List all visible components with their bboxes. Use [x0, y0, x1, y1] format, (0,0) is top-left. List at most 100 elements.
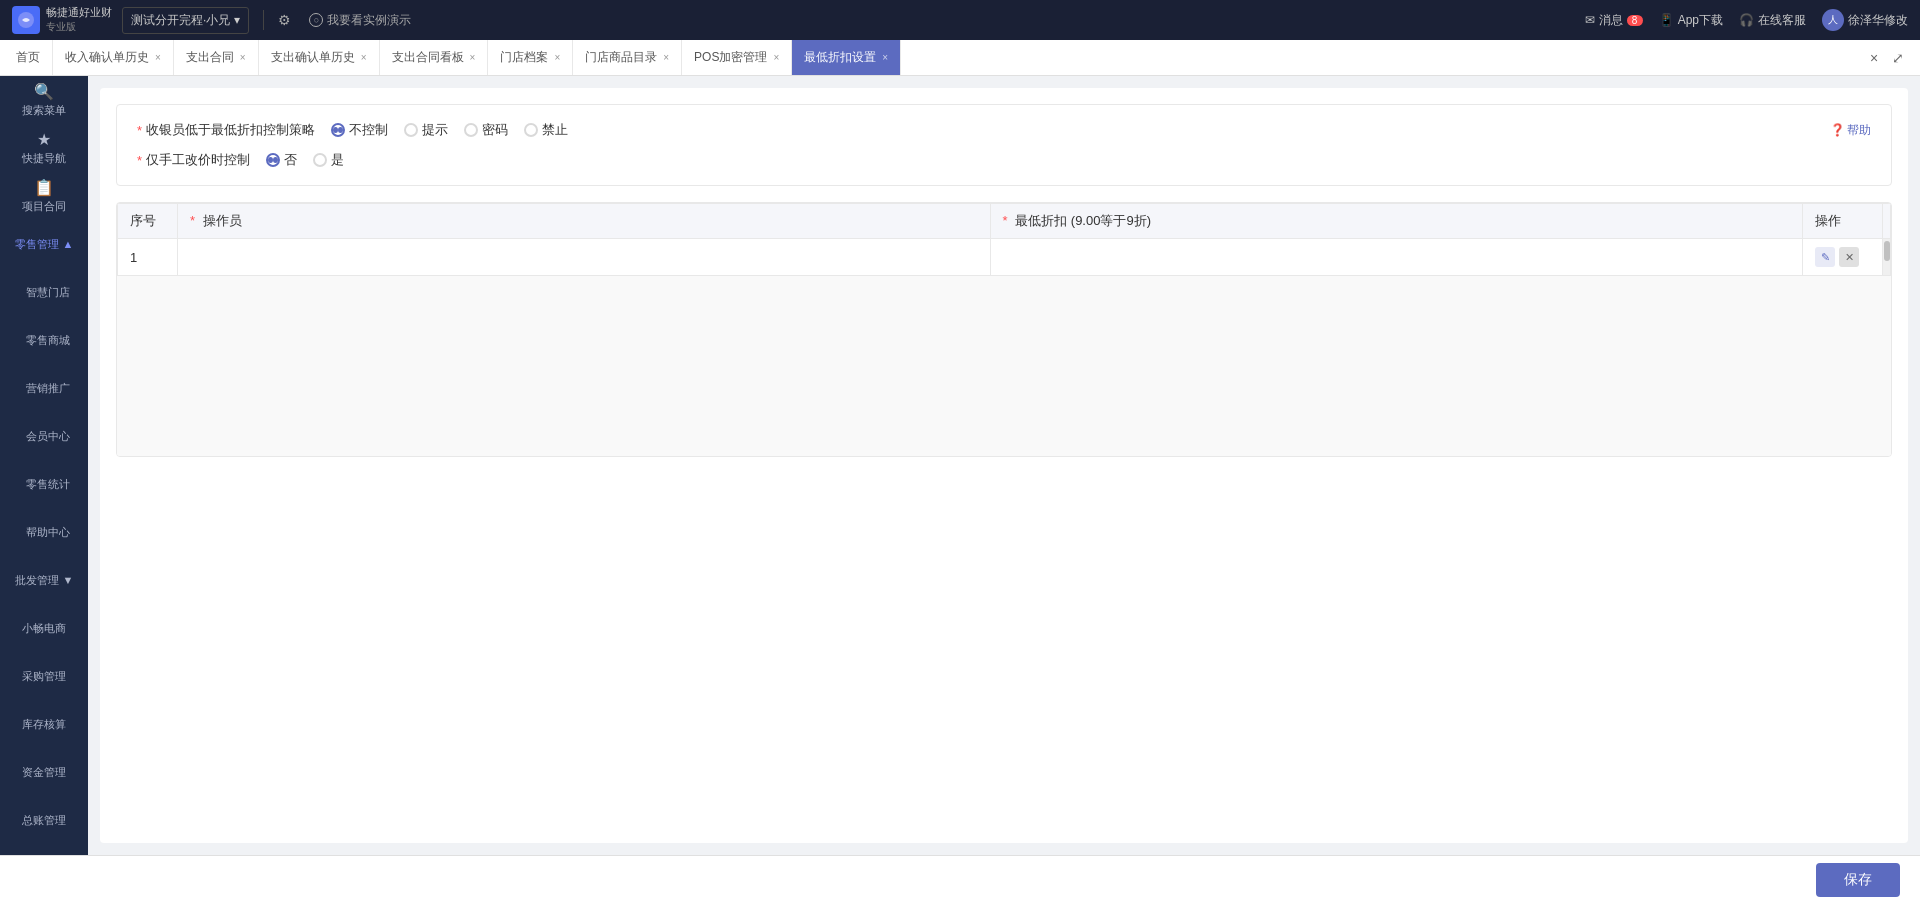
tab-label: 最低折扣设置 — [804, 49, 876, 66]
sidebar-item-inventory[interactable]: 库存核算 — [0, 700, 88, 748]
tab-min-discount[interactable]: 最低折扣设置 × — [792, 40, 901, 75]
min-discount-input[interactable] — [1003, 250, 1791, 265]
logo-text: 畅捷通好业财 — [46, 6, 112, 19]
manual-no[interactable]: 否 — [266, 151, 297, 169]
tab-label: 首页 — [16, 49, 40, 66]
content-area: * 收银员低于最低折扣控制策略 不控制 提示 密码 — [88, 76, 1920, 855]
sidebar: 🔍 搜索菜单 ★ 快捷导航 📋 项目合同 零售管理 ▲ 智慧门店 零售商城 营销… — [0, 76, 88, 855]
app-download-button[interactable]: 📱 App下载 — [1659, 12, 1723, 29]
headset-icon: 🎧 — [1739, 13, 1754, 27]
user-menu[interactable]: 人 徐泽华修改 — [1822, 9, 1908, 31]
project-name: 测试分开完程·小兄 — [131, 12, 230, 29]
tab-close-icon[interactable]: × — [882, 52, 888, 63]
sidebar-item-retail-stats[interactable]: 零售统计 — [0, 460, 88, 508]
tab-close-icon[interactable]: × — [240, 52, 246, 63]
manual-yes[interactable]: 是 — [313, 151, 344, 169]
sidebar-item-finance[interactable]: 资金管理 — [0, 748, 88, 796]
sidebar-item-online-store[interactable]: 零售商城 — [0, 316, 88, 364]
required-star-manual: * — [137, 153, 142, 168]
required-star-discount: * — [1003, 213, 1008, 228]
col-seq: 序号 — [118, 204, 178, 239]
radio-hint-circle — [404, 123, 418, 137]
policy-radio-group: 不控制 提示 密码 禁止 — [331, 121, 568, 139]
tab-close-icon[interactable]: × — [554, 52, 560, 63]
cell-operator[interactable] — [178, 239, 991, 276]
tab-store-goods[interactable]: 门店商品目录 × — [573, 40, 682, 75]
radio-manual-yes-circle — [313, 153, 327, 167]
phone-icon: 📱 — [1659, 13, 1674, 27]
manual-row: * 仅手工改价时控制 否 是 — [137, 151, 1871, 169]
sidebar-item-wholesale[interactable]: 批发管理 ▼ — [0, 556, 88, 604]
circle-icon: ○ — [309, 13, 323, 27]
avatar: 人 — [1822, 9, 1844, 31]
arrow-up-icon: ▲ — [63, 238, 74, 250]
tab-pos-pwd[interactable]: POS加密管理 × — [682, 40, 792, 75]
tab-close-icon[interactable]: × — [155, 52, 161, 63]
sidebar-item-purchase[interactable]: 采购管理 — [0, 652, 88, 700]
tab-store-file[interactable]: 门店档案 × — [488, 40, 573, 75]
col-operator: * 操作员 — [178, 204, 991, 239]
sidebar-item-smart-store[interactable]: 智慧门店 — [0, 268, 88, 316]
policy-password[interactable]: 密码 — [464, 121, 508, 139]
tab-label: 门店商品目录 — [585, 49, 657, 66]
policy-hint[interactable]: 提示 — [404, 121, 448, 139]
sidebar-item-ecommerce[interactable]: 小畅电商 — [0, 604, 88, 652]
tab-close-icon[interactable]: × — [361, 52, 367, 63]
online-service-button[interactable]: 🎧 在线客服 — [1739, 12, 1806, 29]
sidebar-item-quicknav[interactable]: ★ 快捷导航 — [0, 124, 88, 172]
sidebar-item-retail[interactable]: 零售管理 ▲ — [0, 220, 88, 268]
sidebar-item-help[interactable]: 帮助中心 — [0, 508, 88, 556]
manual-radio-group: 否 是 — [266, 151, 344, 169]
close-tab-action[interactable]: × — [1864, 48, 1884, 68]
tab-close-icon[interactable]: × — [470, 52, 476, 63]
save-button[interactable]: 保存 — [1816, 863, 1900, 897]
empty-area — [117, 276, 1891, 456]
sidebar-item-search[interactable]: 🔍 搜索菜单 — [0, 76, 88, 124]
sidebar-item-member[interactable]: 会员中心 — [0, 412, 88, 460]
question-icon: ❓ — [1830, 123, 1845, 137]
messages-button[interactable]: ✉ 消息 8 — [1585, 12, 1643, 29]
edit-icon[interactable]: ✎ — [1815, 247, 1835, 267]
sidebar-item-contract[interactable]: 📋 项目合同 — [0, 172, 88, 220]
required-star-operator: * — [190, 213, 195, 228]
sidebar-item-marketing[interactable]: 营销推广 — [0, 364, 88, 412]
sidebar-item-invoice[interactable]: 发票管理 — [0, 844, 88, 855]
tab-contract-board[interactable]: 支出合同看板 × — [380, 40, 489, 75]
chevron-down-icon: ▾ — [234, 13, 240, 27]
main-layout: 🔍 搜索菜单 ★ 快捷导航 📋 项目合同 零售管理 ▲ 智慧门店 零售商城 营销… — [0, 76, 1920, 855]
tab-label: 支出确认单历史 — [271, 49, 355, 66]
tab-close-icon[interactable]: × — [663, 52, 669, 63]
radio-no-control-circle — [331, 123, 345, 137]
project-selector[interactable]: 测试分开完程·小兄 ▾ — [122, 7, 249, 34]
tab-pay-history[interactable]: 支出确认单历史 × — [259, 40, 380, 75]
settings-icon[interactable]: ⚙ — [278, 12, 291, 28]
operator-input[interactable] — [190, 250, 978, 265]
tab-home[interactable]: 首页 — [4, 40, 53, 75]
help-link[interactable]: ❓ 帮助 — [1830, 122, 1871, 139]
content-panel: * 收银员低于最低折扣控制策略 不控制 提示 密码 — [100, 88, 1908, 843]
tab-bar: 首页 收入确认单历史 × 支出合同 × 支出确认单历史 × 支出合同看板 × 门… — [0, 40, 1920, 76]
delete-icon[interactable]: ✕ — [1839, 247, 1859, 267]
tab-label: 收入确认单历史 — [65, 49, 149, 66]
sidebar-item-ledger[interactable]: 总账管理 — [0, 796, 88, 844]
policy-label: 收银员低于最低折扣控制策略 — [146, 121, 315, 139]
scrollbar-thumb — [1884, 241, 1890, 261]
expand-tab-action[interactable]: ⤢ — [1888, 48, 1908, 68]
radio-password-circle — [464, 123, 478, 137]
top-bar: 畅捷通好业财 专业版 测试分开完程·小兄 ▾ ⚙ ○ 我要看实例演示 ✉ 消息 … — [0, 0, 1920, 40]
policy-no-control[interactable]: 不控制 — [331, 121, 388, 139]
cell-min-discount[interactable] — [990, 239, 1803, 276]
tab-close-icon[interactable]: × — [773, 52, 779, 63]
manual-label: 仅手工改价时控制 — [146, 151, 250, 169]
tab-actions: × ⤢ — [1856, 40, 1916, 75]
divider — [263, 10, 264, 30]
star-icon: ★ — [37, 130, 51, 149]
tab-income-history[interactable]: 收入确认单历史 × — [53, 40, 174, 75]
demo-link[interactable]: ○ 我要看实例演示 — [309, 12, 411, 29]
search-icon: 🔍 — [34, 82, 54, 101]
tab-contract[interactable]: 支出合同 × — [174, 40, 259, 75]
tab-label: POS加密管理 — [694, 49, 767, 66]
policy-forbidden[interactable]: 禁止 — [524, 121, 568, 139]
scrollbar-header — [1883, 204, 1891, 239]
message-icon: ✉ — [1585, 13, 1595, 27]
